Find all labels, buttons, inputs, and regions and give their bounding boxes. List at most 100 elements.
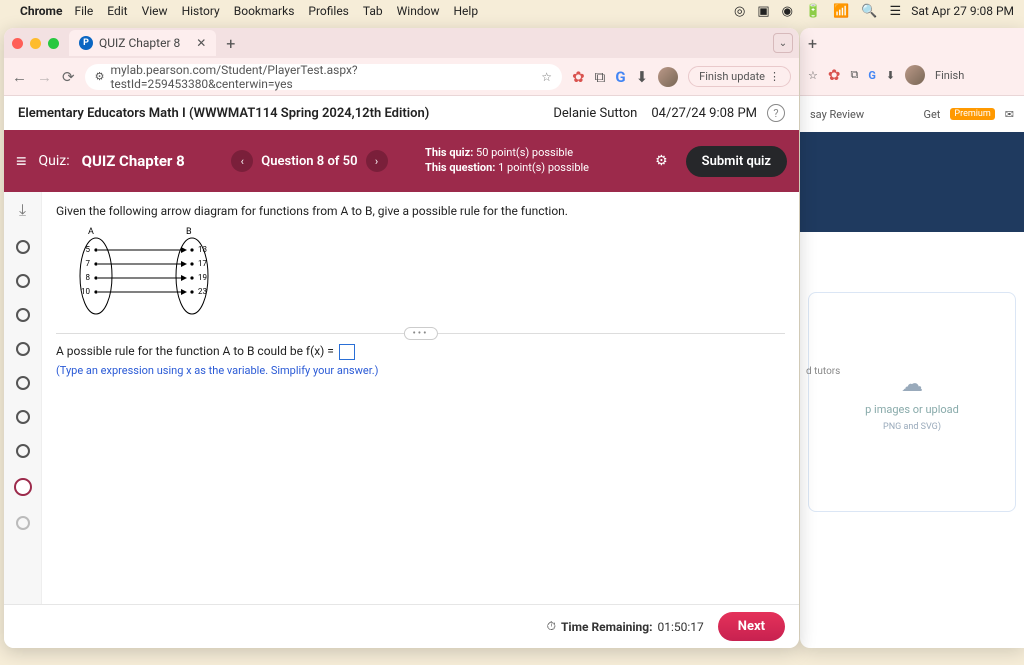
- browser-window: P QUIZ Chapter 8 ✕ + ⌄ ← → ⟳ ⚙ mylab.pea…: [4, 28, 799, 648]
- menubar-app[interactable]: Chrome: [20, 4, 62, 18]
- set-a-label: A: [88, 227, 94, 237]
- menu-file[interactable]: File: [74, 4, 93, 18]
- bg-review-link[interactable]: say Review: [810, 108, 864, 121]
- question-prompt: Given the following arrow diagram for fu…: [56, 204, 785, 218]
- submit-quiz-button[interactable]: Submit quiz: [686, 146, 787, 177]
- quiz-menu-icon[interactable]: ≡: [16, 151, 27, 172]
- finish-update-pill[interactable]: Finish update ⋮: [688, 66, 791, 87]
- forward-icon[interactable]: →: [37, 68, 52, 86]
- question-dot-current[interactable]: [14, 478, 32, 496]
- bg-drop-sub: PNG and SVG): [883, 422, 941, 432]
- question-dot-7[interactable]: [16, 444, 30, 458]
- bg-puzzle-icon[interactable]: ⧉: [850, 68, 858, 82]
- url-input[interactable]: ⚙ mylab.pearson.com/Student/PlayerTest.a…: [85, 64, 562, 90]
- menu-history[interactable]: History: [182, 4, 220, 18]
- google-icon[interactable]: G: [615, 68, 625, 86]
- bg-star-icon[interactable]: ☆: [808, 69, 818, 82]
- bg-google-icon[interactable]: G: [868, 69, 876, 82]
- minimize-window-icon[interactable]: [30, 38, 41, 49]
- back-icon[interactable]: ←: [12, 68, 27, 86]
- tab-dropdown-icon[interactable]: ⌄: [773, 33, 793, 53]
- question-nav: ‹ Question 8 of 50 ›: [231, 150, 387, 172]
- question-dot-4[interactable]: [16, 342, 30, 356]
- prev-question-icon[interactable]: ‹: [231, 150, 253, 172]
- menu-help[interactable]: Help: [453, 4, 478, 18]
- background-window: + ☆ ✿ ⧉ G ⬇ Finish say Review Get Premiu…: [800, 28, 1024, 648]
- sidebar-start-icon[interactable]: ⤓: [19, 200, 26, 220]
- menu-edit[interactable]: Edit: [107, 4, 127, 18]
- extension-icon-2[interactable]: ⧉: [595, 68, 606, 86]
- bookmark-star-icon[interactable]: ☆: [541, 70, 552, 84]
- bg-avatar[interactable]: [905, 65, 925, 85]
- question-dot-2[interactable]: [16, 274, 30, 288]
- question-dot-3[interactable]: [16, 308, 30, 322]
- cloud-upload-icon: ☁: [901, 372, 923, 397]
- new-tab-icon[interactable]: +: [226, 34, 235, 53]
- bg-finish-pill[interactable]: Finish: [935, 69, 964, 82]
- bg-mail-icon[interactable]: ✉: [1005, 108, 1014, 121]
- menu-tab[interactable]: Tab: [363, 4, 383, 18]
- close-window-icon[interactable]: [12, 38, 23, 49]
- tab-bar: P QUIZ Chapter 8 ✕ + ⌄: [4, 28, 799, 58]
- help-icon[interactable]: ?: [767, 104, 785, 122]
- tab-close-icon[interactable]: ✕: [196, 36, 206, 50]
- macos-menubar: Chrome File Edit View History Bookmarks …: [0, 0, 1024, 22]
- status-icon-2[interactable]: ▣: [757, 4, 769, 19]
- bg-hero: [800, 132, 1024, 232]
- bg-new-tab-icon[interactable]: +: [808, 34, 817, 53]
- url-text: mylab.pearson.com/Student/PlayerTest.asp…: [110, 63, 535, 91]
- svg-text:13: 13: [198, 245, 207, 254]
- maximize-window-icon[interactable]: [48, 38, 59, 49]
- question-dot-5[interactable]: [16, 376, 30, 390]
- more-icon: ⋮: [769, 70, 780, 83]
- status-icon-3[interactable]: ◉: [782, 4, 793, 19]
- menu-bookmarks[interactable]: Bookmarks: [234, 4, 295, 18]
- question-sidebar: ⤓: [4, 192, 42, 604]
- download-icon[interactable]: ⬇: [636, 68, 649, 86]
- site-info-icon[interactable]: ⚙: [95, 70, 105, 83]
- course-header: Elementary Educators Math I (WWWMAT114 S…: [4, 96, 799, 130]
- user-name: Delanie Sutton: [553, 106, 637, 121]
- tab-title: QUIZ Chapter 8: [99, 36, 180, 50]
- browser-tab[interactable]: P QUIZ Chapter 8 ✕: [69, 30, 216, 56]
- svg-text:23: 23: [198, 287, 207, 296]
- profile-avatar[interactable]: [658, 67, 678, 87]
- menu-window[interactable]: Window: [397, 4, 440, 18]
- quiz-label: Quiz:: [39, 153, 70, 169]
- battery-icon[interactable]: 🔋: [805, 4, 821, 19]
- answer-line: A possible rule for the function A to B …: [56, 344, 785, 360]
- arrow-diagram: A B 5 7 8 10 13 17 19 23: [74, 226, 785, 319]
- svg-text:5: 5: [86, 245, 91, 254]
- question-content: Given the following arrow diagram for fu…: [42, 192, 799, 604]
- question-dot-6[interactable]: [16, 410, 30, 424]
- reload-icon[interactable]: ⟳: [62, 68, 75, 86]
- expand-icon[interactable]: •••: [403, 327, 437, 340]
- question-dot-9[interactable]: [16, 516, 30, 530]
- svg-text:10: 10: [81, 287, 90, 296]
- status-icon-1[interactable]: ◎: [734, 4, 745, 19]
- answer-input[interactable]: [339, 344, 355, 360]
- spotlight-icon[interactable]: 🔍: [861, 4, 877, 19]
- menu-profiles[interactable]: Profiles: [308, 4, 349, 18]
- menu-view[interactable]: View: [142, 4, 168, 18]
- settings-icon[interactable]: ⚙: [655, 153, 668, 169]
- next-button[interactable]: Next: [718, 612, 785, 641]
- answer-hint: (Type an expression using x as the varia…: [56, 364, 785, 377]
- extension-icon-1[interactable]: ✿: [572, 68, 585, 86]
- timer-value: 01:50:17: [658, 620, 704, 634]
- control-center-icon[interactable]: ☰: [890, 4, 902, 19]
- window-controls[interactable]: [12, 38, 59, 49]
- bg-get-label: Get: [923, 108, 940, 121]
- question-dot-1[interactable]: [16, 240, 30, 254]
- bg-download-icon[interactable]: ⬇: [886, 69, 895, 82]
- separator: •••: [56, 333, 785, 334]
- clock-icon: ⏱: [547, 619, 556, 634]
- bg-premium-badge[interactable]: Premium: [950, 108, 994, 120]
- next-question-icon[interactable]: ›: [366, 150, 388, 172]
- wifi-icon[interactable]: 📶: [833, 4, 849, 19]
- bg-ext-icon[interactable]: ✿: [828, 66, 841, 84]
- svg-text:7: 7: [86, 259, 91, 268]
- menubar-clock[interactable]: Sat Apr 27 9:08 PM: [911, 4, 1014, 18]
- bg-upload-card[interactable]: ☁ p images or upload PNG and SVG): [808, 292, 1016, 512]
- timer: ⏱ Time Remaining: 01:50:17: [547, 619, 704, 634]
